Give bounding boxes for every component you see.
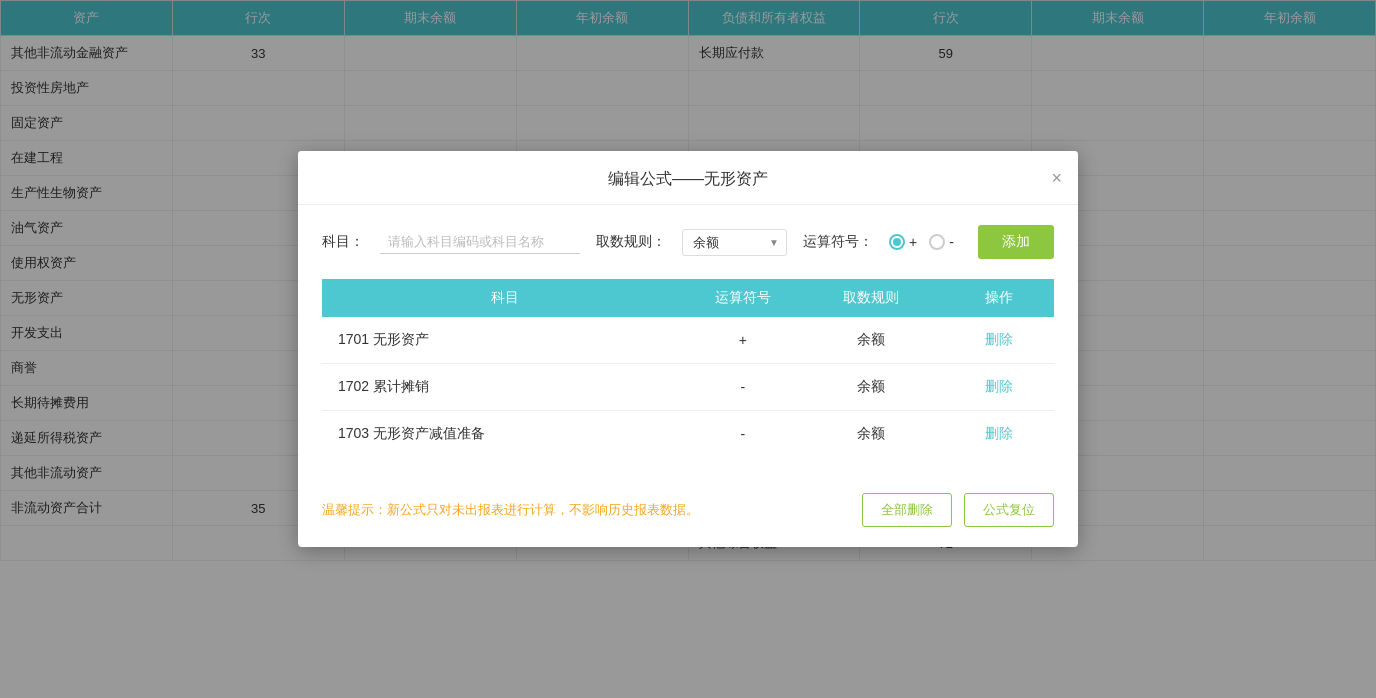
table-cell-rule: 余额 — [798, 317, 944, 364]
radio-minus[interactable]: - — [929, 234, 954, 250]
modal-header: 编辑公式——无形资产 × — [298, 151, 1078, 205]
footer-buttons: 全部删除 公式复位 — [862, 493, 1054, 527]
modal-title: 编辑公式——无形资产 — [608, 169, 768, 190]
table-cell-action: 删除 — [944, 364, 1054, 411]
subject-label: 科目： — [322, 233, 364, 251]
subject-input[interactable] — [380, 230, 580, 254]
operator-radio-group: + - — [889, 234, 954, 250]
table-row: 1701 无形资产+余额 删除 — [322, 317, 1054, 364]
radio-minus-icon — [929, 234, 945, 250]
table-cell-operator: - — [688, 411, 798, 458]
modal-footer: 温馨提示：新公式只对未出报表进行计算，不影响历史报表数据。 全部删除 公式复位 — [298, 477, 1078, 547]
table-cell-action: 删除 — [944, 317, 1054, 364]
radio-plus-label: + — [909, 234, 917, 250]
data-table: 科目 运算符号 取数规则 操作 1701 无形资产+余额删除1702 累计摊销-… — [322, 279, 1054, 457]
delete-row-link[interactable]: 删除 — [985, 425, 1013, 441]
table-cell-rule: 余额 — [798, 411, 944, 458]
radio-plus-icon — [889, 234, 905, 250]
col-header-action: 操作 — [944, 279, 1054, 317]
table-cell-operator: - — [688, 364, 798, 411]
add-button[interactable]: 添加 — [978, 225, 1054, 259]
table-cell-rule: 余额 — [798, 364, 944, 411]
table-cell-action: 删除 — [944, 411, 1054, 458]
radio-plus[interactable]: + — [889, 234, 917, 250]
rule-select[interactable]: 余额 借方发生额 贷方发生额 — [682, 229, 787, 256]
table-row: 1702 累计摊销-余额 删除 — [322, 364, 1054, 411]
table-cell-subject: 1703 无形资产减值准备 — [322, 411, 688, 458]
table-cell-subject: 1702 累计摊销 — [322, 364, 688, 411]
delete-row-link[interactable]: 删除 — [985, 331, 1013, 347]
col-header-subject: 科目 — [322, 279, 688, 317]
operator-label: 运算符号： — [803, 233, 873, 251]
modal-overlay: 编辑公式——无形资产 × 科目： 取数规则： 余额 借方发生额 贷方发生额 ▼ — [0, 0, 1376, 698]
form-row: 科目： 取数规则： 余额 借方发生额 贷方发生额 ▼ 运算符号： + — [322, 225, 1054, 259]
modal-close-button[interactable]: × — [1051, 169, 1062, 187]
table-row: 1703 无形资产减值准备-余额 删除 — [322, 411, 1054, 458]
col-header-rule: 取数规则 — [798, 279, 944, 317]
rule-select-wrapper: 余额 借方发生额 贷方发生额 ▼ — [682, 229, 787, 256]
table-cell-operator: + — [688, 317, 798, 364]
table-cell-subject: 1701 无形资产 — [322, 317, 688, 364]
modal: 编辑公式——无形资产 × 科目： 取数规则： 余额 借方发生额 贷方发生额 ▼ — [298, 151, 1078, 547]
radio-minus-label: - — [949, 234, 954, 250]
rule-label: 取数规则： — [596, 233, 666, 251]
col-header-operator: 运算符号 — [688, 279, 798, 317]
reset-formula-button[interactable]: 公式复位 — [964, 493, 1054, 527]
delete-all-button[interactable]: 全部删除 — [862, 493, 952, 527]
footer-tip: 温馨提示：新公式只对未出报表进行计算，不影响历史报表数据。 — [322, 501, 699, 519]
delete-row-link[interactable]: 删除 — [985, 378, 1013, 394]
modal-body: 科目： 取数规则： 余额 借方发生额 贷方发生额 ▼ 运算符号： + — [298, 205, 1078, 477]
